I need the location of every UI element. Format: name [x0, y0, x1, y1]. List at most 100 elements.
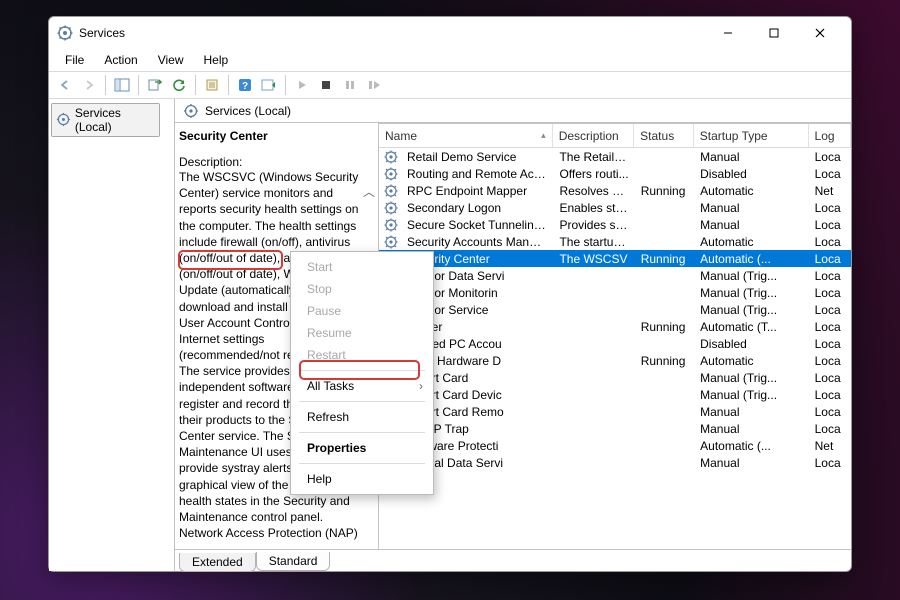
stop-service-button[interactable] [314, 73, 338, 97]
close-button[interactable] [797, 18, 843, 48]
table-row[interactable]: ServerRunningAutomatic (T...Loca [379, 318, 851, 335]
cell-startup: Manual [694, 218, 808, 232]
service-gear-icon [383, 183, 399, 199]
menu-file[interactable]: File [55, 51, 94, 69]
ctx-all-tasks[interactable]: All Tasks [293, 375, 431, 397]
refresh-button[interactable] [167, 73, 191, 97]
cell-logon: Loca [809, 167, 851, 181]
ctx-separator [299, 370, 425, 371]
table-row[interactable]: Security Accounts ManagerThe startup ...… [379, 233, 851, 250]
cell-logon: Loca [809, 201, 851, 215]
toolbar-separator [195, 75, 196, 95]
table-row[interactable]: RPC Endpoint MapperResolves RP...Running… [379, 182, 851, 199]
table-row[interactable]: Smart CardManual (Trig...Loca [379, 369, 851, 386]
show-hide-tree-button[interactable] [110, 73, 134, 97]
context-menu: Start Stop Pause Resume Restart All Task… [290, 251, 434, 495]
ctx-resume[interactable]: Resume [293, 322, 431, 344]
cell-logon: Loca [809, 354, 851, 368]
cell-startup: Manual [694, 405, 808, 419]
tab-extended[interactable]: Extended [179, 553, 256, 572]
col-name[interactable]: Name▴ [379, 124, 553, 147]
cell-description: The Retail D... [553, 150, 634, 164]
ctx-properties[interactable]: Properties [293, 437, 431, 459]
table-row[interactable]: Routing and Remote AccessOffers routi...… [379, 165, 851, 182]
cell-name: Retail Demo Service [401, 150, 553, 164]
cell-logon: Loca [809, 320, 851, 334]
cell-startup: Manual (Trig... [694, 371, 808, 385]
cell-startup: Disabled [694, 167, 808, 181]
ctx-refresh[interactable]: Refresh [293, 406, 431, 428]
ctx-restart[interactable]: Restart [293, 344, 431, 366]
col-status[interactable]: Status [634, 124, 694, 147]
chevron-up-icon[interactable]: ︿ [363, 183, 375, 200]
service-gear-icon [383, 166, 399, 182]
table-row[interactable]: Retail Demo ServiceThe Retail D...Manual… [379, 148, 851, 165]
pause-service-button[interactable] [338, 73, 362, 97]
maximize-button[interactable] [751, 18, 797, 48]
cell-startup: Manual [694, 456, 808, 470]
list-body[interactable]: Retail Demo ServiceThe Retail D... Manual… [379, 148, 851, 549]
table-row[interactable]: Shell Hardware DRunningAutomaticLoca [379, 352, 851, 369]
ctx-separator [299, 432, 425, 433]
table-row[interactable]: SNMP TrapManualLoca [379, 420, 851, 437]
nav-back-button[interactable] [53, 73, 77, 97]
service-gear-icon [383, 149, 399, 165]
ctx-separator [299, 463, 425, 464]
table-row[interactable]: Shared PC AccouDisabledLoca [379, 335, 851, 352]
tree-item-services-local[interactable]: Services (Local) [51, 103, 160, 137]
table-row[interactable]: Secondary LogonEnables star... ManualLoca [379, 199, 851, 216]
ctx-help[interactable]: Help [293, 468, 431, 490]
col-logon[interactable]: Log [809, 124, 851, 147]
window-title: Services [79, 26, 705, 40]
body: Services (Local) Services (Local) Securi… [49, 99, 851, 571]
cell-status: Running [635, 320, 694, 334]
tab-standard[interactable]: Standard [256, 552, 331, 571]
services-gear-icon [56, 112, 71, 128]
menu-action[interactable]: Action [94, 51, 147, 69]
cell-name: Secondary Logon [401, 201, 553, 215]
ctx-pause[interactable]: Pause [293, 300, 431, 322]
pane-title: Services (Local) [205, 104, 291, 118]
cell-startup: Manual (Trig... [694, 303, 808, 317]
nav-forward-button[interactable] [77, 73, 101, 97]
cell-logon: Loca [809, 388, 851, 402]
cell-name: Secure Socket Tunneling Pr... [401, 218, 553, 232]
ctx-stop[interactable]: Stop [293, 278, 431, 300]
cell-description: The startup ... [553, 235, 634, 249]
help-button[interactable]: ? [233, 73, 257, 97]
run-service-button[interactable] [257, 73, 281, 97]
menu-help[interactable]: Help [194, 51, 239, 69]
table-row[interactable]: Sensor ServiceManual (Trig...Loca [379, 301, 851, 318]
cell-description: Provides su... [553, 218, 634, 232]
cell-description: Resolves RP... [553, 184, 634, 198]
titlebar: Services [49, 17, 851, 49]
toolbar-separator [138, 75, 139, 95]
table-row[interactable]: Smart Card RemoManualLoca [379, 403, 851, 420]
table-row[interactable]: Spatial Data ServiManualLoca [379, 454, 851, 471]
cell-logon: Loca [809, 286, 851, 300]
export-list-button[interactable] [143, 73, 167, 97]
col-startup[interactable]: Startup Type [694, 124, 809, 147]
table-row[interactable]: Security CenterThe WSCSVRunningAutomatic… [379, 250, 851, 267]
cell-startup: Automatic (T... [694, 320, 808, 334]
col-description[interactable]: Description [553, 124, 634, 147]
service-gear-icon [383, 217, 399, 233]
start-service-button[interactable] [290, 73, 314, 97]
menu-view[interactable]: View [148, 51, 194, 69]
table-row[interactable]: Software ProtectiAutomatic (...Net [379, 437, 851, 454]
properties-button[interactable] [200, 73, 224, 97]
cell-startup: Automatic (... [694, 252, 808, 266]
restart-service-button[interactable] [362, 73, 386, 97]
ctx-start[interactable]: Start [293, 256, 431, 278]
table-row[interactable]: Sensor Data ServiManual (Trig...Loca [379, 267, 851, 284]
cell-status: Running [635, 354, 694, 368]
cell-startup: Manual [694, 201, 808, 215]
selected-service-name: Security Center [179, 129, 368, 143]
cell-name: Security Accounts Manager [401, 235, 553, 249]
minimize-button[interactable] [705, 18, 751, 48]
cell-description: Enables star... [553, 201, 634, 215]
cell-startup: Automatic [694, 184, 808, 198]
table-row[interactable]: Sensor MonitorinManual (Trig...Loca [379, 284, 851, 301]
table-row[interactable]: Smart Card DevicManual (Trig...Loca [379, 386, 851, 403]
table-row[interactable]: Secure Socket Tunneling Pr...Provides su… [379, 216, 851, 233]
